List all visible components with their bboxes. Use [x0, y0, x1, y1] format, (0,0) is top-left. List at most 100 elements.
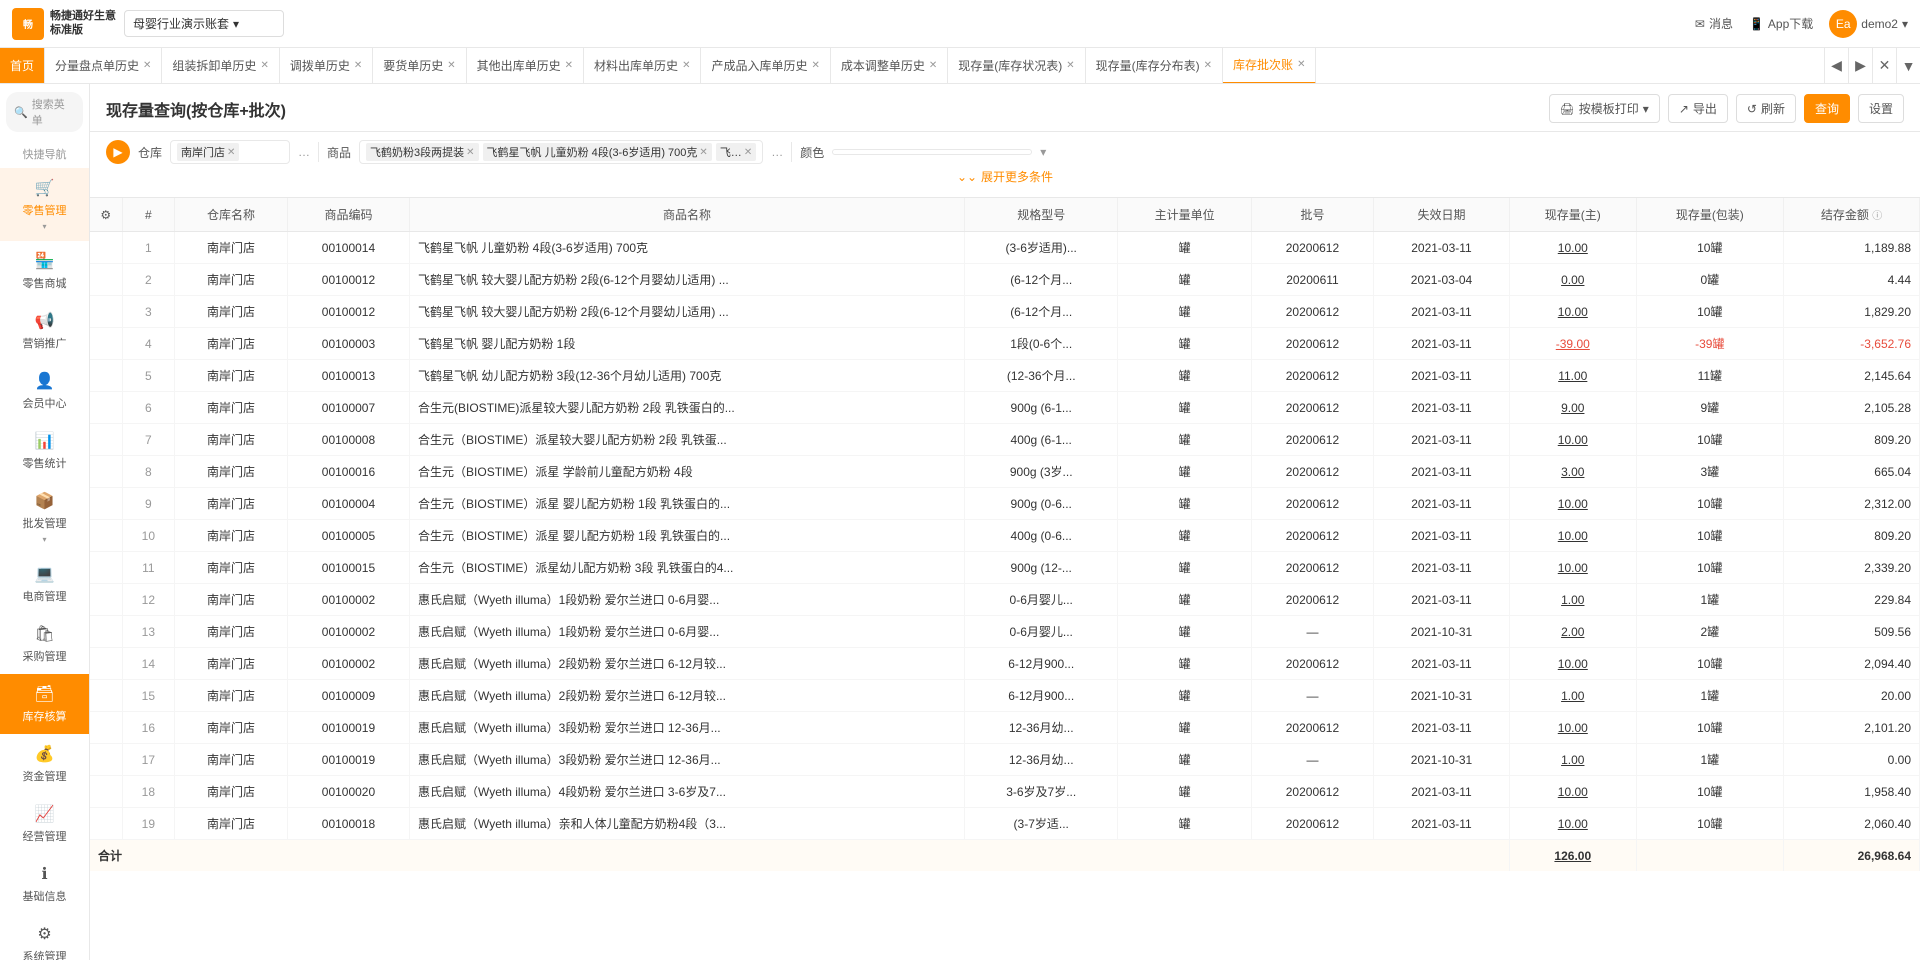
cell-4: 合生元（BIOSTIME）派星 婴儿配方奶粉 1段 乳铁蛋白的...	[410, 488, 965, 520]
remove-product-tag-3[interactable]: ✕	[744, 147, 752, 158]
tab-5[interactable]: 其他出库单历史 ✕	[467, 48, 584, 84]
tab-10[interactable]: 现存量(库存分布表) ✕	[1086, 48, 1223, 84]
expand-filter-btn[interactable]: ▶	[106, 140, 130, 164]
tab-prev-btn[interactable]: ◀	[1824, 48, 1848, 84]
sidebar-label-7: 采购管理	[23, 648, 67, 664]
cell-9[interactable]: 10.00	[1509, 296, 1636, 328]
tab-close-6[interactable]: ✕	[682, 60, 690, 71]
page-actions: 🖨 按模板打印 ▾ ↗ 导出 ↺ 刷新 查询	[1549, 94, 1904, 123]
sidebar-item-零售统计[interactable]: 📊零售统计	[0, 421, 89, 481]
sidebar-item-库存核算[interactable]: 🗃库存核算	[0, 674, 89, 734]
settings-icon[interactable]: ⚙	[100, 208, 111, 222]
tab-close-all-btn[interactable]: ✕	[1872, 48, 1896, 84]
expand-conditions-btn[interactable]: ⌄⌄ 展开更多条件	[106, 164, 1904, 189]
sidebar-item-批发管理[interactable]: 📦批发管理▾	[0, 481, 89, 554]
sidebar-item-零售管理[interactable]: 🛒零售管理▾	[0, 168, 89, 241]
cell-8: 2021-03-11	[1374, 712, 1510, 744]
tab-close-11[interactable]: ✕	[1297, 59, 1305, 70]
cell-9[interactable]: -39.00	[1509, 328, 1636, 360]
cell-9[interactable]: 0.00	[1509, 264, 1636, 296]
sidebar-item-资金管理[interactable]: 💰资金管理	[0, 734, 89, 794]
cell-9[interactable]: 2.00	[1509, 616, 1636, 648]
user-menu[interactable]: Ea demo2 ▾	[1829, 10, 1908, 38]
cell-9[interactable]: 10.00	[1509, 520, 1636, 552]
tab-close-1[interactable]: ✕	[143, 60, 151, 71]
sidebar-item-采购管理[interactable]: 🛍采购管理	[0, 614, 89, 674]
cell-9[interactable]: 1.00	[1509, 744, 1636, 776]
sidebar-item-零售商城[interactable]: 🏪零售商城	[0, 241, 89, 301]
color-filter[interactable]	[832, 149, 1032, 155]
tab-close-4[interactable]: ✕	[447, 60, 455, 71]
cell-9[interactable]: 10.00	[1509, 232, 1636, 264]
tab-3[interactable]: 调拨单历史 ✕	[280, 48, 373, 84]
tab-close-8[interactable]: ✕	[929, 60, 937, 71]
message-btn[interactable]: ✉ 消息	[1695, 15, 1733, 32]
remove-product-tag-2[interactable]: ✕	[699, 147, 707, 158]
info-icon[interactable]: ⓘ	[1872, 211, 1882, 222]
cell-8: 2021-03-11	[1374, 808, 1510, 840]
cell-9[interactable]: 10.00	[1509, 552, 1636, 584]
tab-0[interactable]: 首页	[0, 48, 45, 84]
print-btn[interactable]: 🖨 按模板打印 ▾	[1549, 94, 1660, 123]
app-download-btn[interactable]: 📱 App下载	[1749, 15, 1813, 32]
tab-9[interactable]: 现存量(库存状况表) ✕	[948, 48, 1085, 84]
sidebar-item-基础信息[interactable]: ℹ基础信息	[0, 854, 89, 914]
remove-product-tag-1[interactable]: ✕	[466, 147, 474, 158]
cell-10: 10罐	[1636, 712, 1783, 744]
export-icon: ↗	[1679, 102, 1689, 116]
sidebar-item-电商管理[interactable]: 💻电商管理	[0, 554, 89, 614]
tab-next-btn[interactable]: ▶	[1848, 48, 1872, 84]
product-filter-more[interactable]: …	[771, 145, 783, 159]
cell-9[interactable]: 1.00	[1509, 680, 1636, 712]
sidebar-item-经营管理[interactable]: 📈经营管理	[0, 794, 89, 854]
sidebar-item-系统管理[interactable]: ⚙系统管理	[0, 914, 89, 960]
cell-0	[90, 712, 122, 744]
tab-7[interactable]: 产成品入库单历史 ✕	[701, 48, 830, 84]
tab-8[interactable]: 成本调整单历史 ✕	[831, 48, 948, 84]
tab-6[interactable]: 材料出库单历史 ✕	[584, 48, 701, 84]
tab-close-10[interactable]: ✕	[1204, 60, 1212, 71]
cell-3: 00100002	[287, 616, 409, 648]
search-area[interactable]: 🔍 搜索英单	[0, 84, 89, 140]
cell-9[interactable]: 10.00	[1509, 808, 1636, 840]
sidebar-item-营销推广[interactable]: 📢营销推广	[0, 301, 89, 361]
tab-close-5[interactable]: ✕	[565, 60, 573, 71]
product-filter[interactable]: 飞鹤奶粉3段两提装 ✕ 飞鹤星飞帆 儿童奶粉 4段(3-6岁适用) 700克 ✕…	[359, 140, 763, 164]
tab-close-7[interactable]: ✕	[811, 60, 819, 71]
tab-1[interactable]: 分量盘点单历史 ✕	[45, 48, 162, 84]
settings-btn[interactable]: 设置	[1858, 94, 1904, 123]
cell-9[interactable]: 9.00	[1509, 392, 1636, 424]
remove-warehouse-tag[interactable]: ✕	[227, 147, 235, 158]
cell-9[interactable]: 1.00	[1509, 584, 1636, 616]
sidebar-icon-0: 🛒	[35, 178, 55, 198]
cell-4: 飞鹤星飞帆 较大婴儿配方奶粉 2段(6-12个月婴幼儿适用) ...	[410, 296, 965, 328]
tab-expand-btn[interactable]: ▼	[1896, 48, 1920, 84]
warehouse-filter[interactable]: 南岸门店 ✕	[170, 140, 290, 164]
query-btn[interactable]: 查询	[1804, 94, 1850, 123]
filter-more-btn[interactable]: …	[298, 145, 310, 159]
tab-close-9[interactable]: ✕	[1066, 60, 1074, 71]
tab-11[interactable]: 库存批次账 ✕	[1223, 48, 1316, 84]
quicknav-btn[interactable]: 快捷导航	[0, 140, 89, 168]
tab-2[interactable]: 组装拆卸单历史 ✕	[162, 48, 279, 84]
tab-close-3[interactable]: ✕	[354, 60, 362, 71]
sidebar-label-11: 基础信息	[23, 888, 67, 904]
cell-9[interactable]: 10.00	[1509, 488, 1636, 520]
refresh-btn[interactable]: ↺ 刷新	[1736, 94, 1796, 123]
cell-9[interactable]: 3.00	[1509, 456, 1636, 488]
tab-close-2[interactable]: ✕	[260, 60, 268, 71]
cell-8: 2021-03-11	[1374, 360, 1510, 392]
settings-col[interactable]: ⚙	[90, 198, 122, 232]
cell-9[interactable]: 10.00	[1509, 424, 1636, 456]
sidebar-item-会员中心[interactable]: 👤会员中心	[0, 361, 89, 421]
cell-7: 20200612	[1251, 296, 1373, 328]
cell-9[interactable]: 10.00	[1509, 776, 1636, 808]
cell-9[interactable]: 11.00	[1509, 360, 1636, 392]
account-selector[interactable]: 母婴行业演示账套 ▾	[124, 10, 284, 37]
cell-9[interactable]: 10.00	[1509, 712, 1636, 744]
table-row: 14南岸门店00100002惠氏启赋（Wyeth illuma）2段奶粉 爱尔兰…	[90, 648, 1920, 680]
tab-4[interactable]: 要货单历史 ✕	[373, 48, 466, 84]
export-btn[interactable]: ↗ 导出	[1668, 94, 1728, 123]
color-dropdown-arrow[interactable]: ▾	[1040, 145, 1046, 159]
cell-9[interactable]: 10.00	[1509, 648, 1636, 680]
